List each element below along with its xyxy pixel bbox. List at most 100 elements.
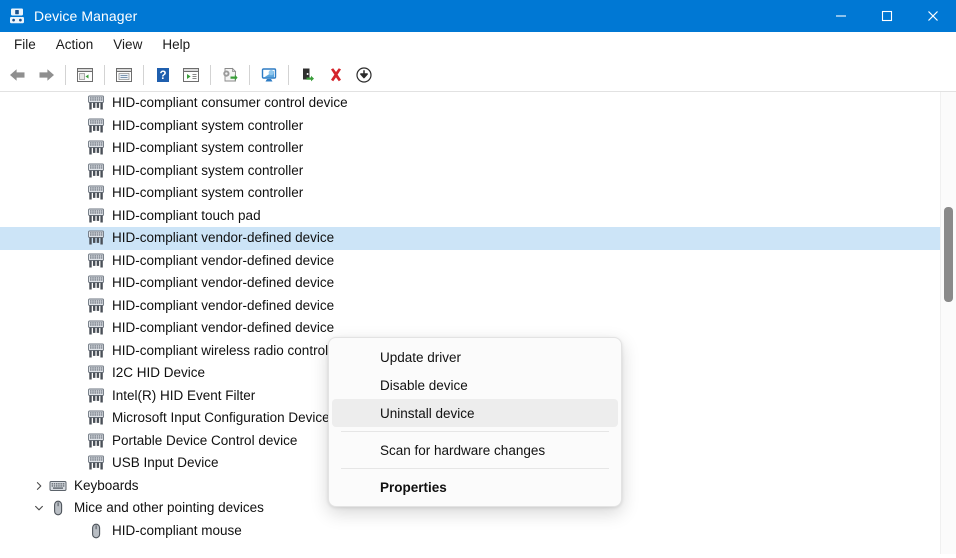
menu-action[interactable]: Action	[46, 34, 104, 56]
toolbar-separator	[65, 64, 66, 85]
update-driver-icon	[220, 66, 240, 84]
tree-row-label: HID-compliant vendor-defined device	[112, 252, 335, 268]
tree-row-label: HID-compliant wireless radio controls	[112, 342, 335, 358]
help-button[interactable]: ?	[149, 61, 177, 89]
update-driver-button[interactable]	[216, 61, 244, 89]
device-tree-panel: HID-compliant consumer control device HID…	[0, 92, 956, 554]
tree-row-label: HID-compliant consumer control device	[112, 95, 348, 111]
tree-row[interactable]: HID-compliant system controller	[0, 182, 956, 205]
up-one-level-button[interactable]	[71, 61, 99, 89]
hid-device-icon	[86, 162, 106, 180]
tree-row-label: HID-compliant mouse	[112, 522, 242, 538]
context-menu-separator	[341, 468, 609, 469]
hid-device-icon	[86, 274, 106, 292]
hid-device-icon	[86, 229, 106, 247]
tree-row-label: Keyboards	[74, 477, 139, 493]
hid-device-icon	[86, 387, 106, 405]
enable-device-icon	[298, 66, 318, 84]
properties-window-icon	[114, 66, 134, 84]
menu-view[interactable]: View	[103, 34, 152, 56]
hid-device-icon	[86, 252, 106, 270]
hid-device-icon	[86, 94, 106, 112]
tree-row-label: HID-compliant touch pad	[112, 207, 261, 223]
download-arrow-icon	[354, 66, 374, 84]
tree-row-label: USB Input Device	[112, 455, 219, 471]
title-bar: Device Manager	[0, 0, 956, 32]
hid-device-icon	[86, 342, 106, 360]
toolbar-separator	[210, 64, 211, 85]
tree-row[interactable]: HID-compliant system controller	[0, 160, 956, 183]
tree-row-label: HID-compliant vendor-defined device	[112, 320, 335, 336]
help-question-icon: ?	[153, 66, 173, 84]
tree-row-label: HID-compliant vendor-defined device	[112, 275, 335, 291]
scrollbar-thumb[interactable]	[944, 207, 953, 302]
maximize-button[interactable]	[864, 0, 910, 32]
tree-row[interactable]: HID-compliant consumer control device	[0, 92, 956, 115]
context-menu-item[interactable]: Uninstall device	[332, 399, 618, 427]
scan-hardware-changes-button[interactable]	[255, 61, 283, 89]
context-menu-separator	[341, 431, 609, 432]
tree-row[interactable]: HID-compliant vendor-defined device	[0, 272, 956, 295]
chevron-down-icon[interactable]	[30, 503, 48, 513]
forward-arrow-icon	[36, 66, 56, 84]
tree-row-label: HID-compliant vendor-defined device	[112, 230, 335, 246]
context-menu-item[interactable]: Update driver	[332, 343, 618, 371]
tree-row[interactable]: HID-compliant system controller	[0, 115, 956, 138]
tree-row[interactable]: HID-compliant mouse	[0, 520, 956, 543]
hid-device-icon	[86, 297, 106, 315]
menu-bar: File Action View Help	[0, 32, 956, 58]
hid-device-icon	[86, 184, 106, 202]
tree-row-label: HID-compliant vendor-defined device	[112, 297, 335, 313]
context-menu-item[interactable]: Disable device	[332, 371, 618, 399]
red-x-icon	[326, 66, 346, 84]
enable-device-button[interactable]	[294, 61, 322, 89]
tree-row-label: Microsoft Input Configuration Device	[112, 410, 330, 426]
toolbar-separator	[143, 64, 144, 85]
menu-help[interactable]: Help	[152, 34, 200, 56]
mouse-icon	[86, 522, 106, 540]
monitor-scan-icon	[259, 66, 279, 84]
back-button[interactable]	[4, 61, 32, 89]
toolbar-separator	[288, 64, 289, 85]
tree-row[interactable]: HID-compliant vendor-defined device	[0, 227, 956, 250]
play-window-icon	[181, 66, 201, 84]
tree-row-label: I2C HID Device	[112, 365, 206, 381]
hid-device-icon	[86, 139, 106, 157]
menu-file[interactable]: File	[4, 34, 46, 56]
tree-row-label: Mice and other pointing devices	[74, 500, 264, 516]
caption-button-group	[818, 0, 956, 32]
tree-row-label: HID-compliant system controller	[112, 185, 304, 201]
hid-device-icon	[86, 117, 106, 135]
toolbar-separator	[249, 64, 250, 85]
tree-row-label: HID-compliant system controller	[112, 140, 304, 156]
mouse-icon	[48, 499, 68, 517]
forward-button[interactable]	[32, 61, 60, 89]
tree-row[interactable]: HID-compliant vendor-defined device	[0, 295, 956, 318]
show-hide-console-tree-button[interactable]	[110, 61, 138, 89]
chevron-right-icon[interactable]	[30, 481, 48, 491]
minimize-button[interactable]	[818, 0, 864, 32]
hid-device-icon	[86, 409, 106, 427]
hid-device-icon	[86, 319, 106, 337]
tree-row[interactable]: HID-compliant vendor-defined device	[0, 250, 956, 273]
vertical-scrollbar[interactable]	[940, 92, 956, 554]
context-menu-item[interactable]: Scan for hardware changes	[332, 436, 618, 464]
back-arrow-icon	[8, 66, 28, 84]
toolbar-separator	[104, 64, 105, 85]
keyboard-icon	[48, 477, 68, 495]
properties-button[interactable]	[177, 61, 205, 89]
uninstall-device-button[interactable]	[322, 61, 350, 89]
toolbar: ?	[0, 58, 956, 92]
tree-row-label: Portable Device Control device	[112, 432, 298, 448]
window-title: Device Manager	[34, 8, 138, 24]
svg-text:?: ?	[159, 70, 166, 82]
context-menu-item[interactable]: Properties	[332, 473, 618, 501]
console-tree-icon	[75, 66, 95, 84]
hid-device-icon	[86, 432, 106, 450]
close-button[interactable]	[910, 0, 956, 32]
tree-row-label: HID-compliant system controller	[112, 162, 304, 178]
tree-row[interactable]: HID-compliant touch pad	[0, 205, 956, 228]
download-button[interactable]	[350, 61, 378, 89]
hid-device-icon	[86, 364, 106, 382]
tree-row[interactable]: HID-compliant system controller	[0, 137, 956, 160]
